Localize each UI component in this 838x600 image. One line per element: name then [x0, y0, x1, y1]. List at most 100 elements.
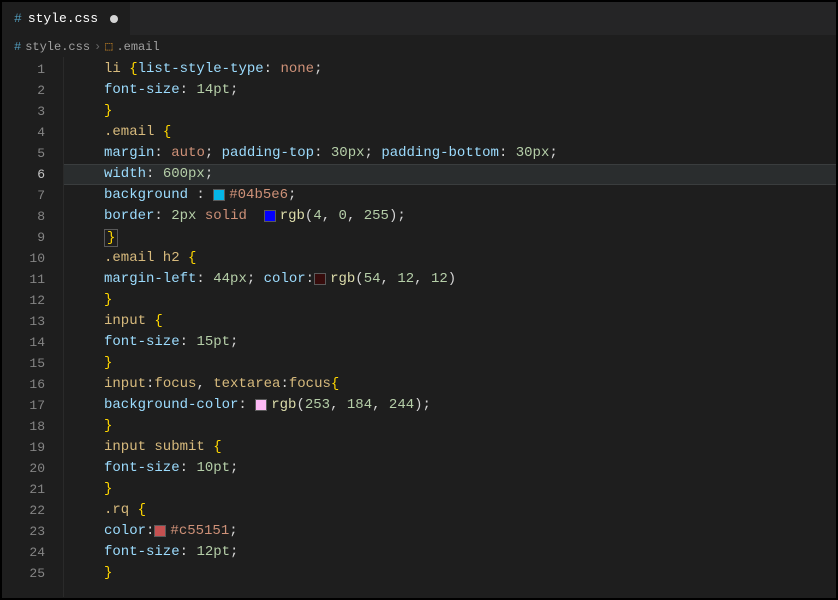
token: input — [104, 374, 146, 395]
color-swatch-icon[interactable] — [154, 525, 166, 537]
code-line[interactable]: font-size: 12pt; — [72, 542, 836, 563]
token: 44px — [213, 269, 247, 290]
line-number: 21 — [2, 479, 45, 500]
token: : — [306, 269, 314, 290]
line-number: 1 — [2, 59, 45, 80]
token: font-size — [104, 458, 180, 479]
code-line[interactable]: input { — [72, 311, 836, 332]
css-file-icon: # — [14, 40, 21, 54]
token: font-size — [104, 332, 180, 353]
line-number: 16 — [2, 374, 45, 395]
code-area[interactable]: li {list-style-type: none;font-size: 14p… — [64, 57, 836, 597]
token: } — [104, 290, 112, 311]
token: : — [314, 143, 331, 164]
token: ( — [305, 206, 313, 227]
code-line[interactable]: .email { — [72, 122, 836, 143]
token: ; — [230, 458, 238, 479]
token: background-color — [104, 395, 238, 416]
token: 184 — [347, 395, 372, 416]
code-line[interactable]: } — [72, 227, 836, 248]
token: margin — [104, 143, 154, 164]
token: li — [104, 59, 129, 80]
code-line[interactable]: } — [72, 416, 836, 437]
line-number: 14 — [2, 332, 45, 353]
line-number: 4 — [2, 122, 45, 143]
line-number: 20 — [2, 458, 45, 479]
code-line[interactable]: border: 2px solid rgb(4, 0, 255); — [72, 206, 836, 227]
code-line[interactable]: font-size: 15pt; — [72, 332, 836, 353]
matching-brace: } — [104, 229, 118, 247]
line-number: 18 — [2, 416, 45, 437]
token: .email — [104, 122, 163, 143]
breadcrumb[interactable]: # style.css › ⬚ .email — [2, 36, 836, 57]
token: 14pt — [196, 80, 230, 101]
token: focus — [289, 374, 331, 395]
token: ; — [549, 143, 557, 164]
token: 4 — [313, 206, 321, 227]
token: , — [330, 395, 347, 416]
token: margin-left — [104, 269, 196, 290]
token: ( — [355, 269, 363, 290]
line-number: 19 — [2, 437, 45, 458]
token: : — [146, 521, 154, 542]
breadcrumb-file: style.css — [25, 40, 90, 54]
chevron-right-icon: › — [94, 40, 101, 54]
token: input — [104, 311, 154, 332]
color-swatch-icon[interactable] — [255, 399, 267, 411]
code-line[interactable]: } — [72, 290, 836, 311]
code-line[interactable]: input:focus, textarea:focus{ — [72, 374, 836, 395]
token: ; — [230, 80, 238, 101]
color-swatch-icon[interactable] — [314, 273, 326, 285]
code-line[interactable]: font-size: 10pt; — [72, 458, 836, 479]
token: : — [196, 185, 213, 206]
token: { — [163, 122, 171, 143]
line-number: 6 — [2, 164, 45, 185]
token: ; — [365, 143, 382, 164]
token: , — [322, 206, 339, 227]
token: 244 — [389, 395, 414, 416]
token: 15pt — [196, 332, 230, 353]
token: , — [196, 374, 213, 395]
token: background — [104, 185, 196, 206]
code-line[interactable]: } — [72, 353, 836, 374]
token: auto — [171, 143, 205, 164]
code-line[interactable]: background-color: rgb(253, 184, 244); — [72, 395, 836, 416]
file-tab[interactable]: # style.css — [2, 2, 131, 35]
line-number: 17 — [2, 395, 45, 416]
code-line[interactable]: background : #04b5e6; — [72, 185, 836, 206]
token: : — [180, 80, 197, 101]
token: : — [180, 332, 197, 353]
token: font-size — [104, 80, 180, 101]
token: #c55151 — [170, 521, 229, 542]
token: : — [180, 542, 197, 563]
color-swatch-icon[interactable] — [264, 210, 276, 222]
code-line[interactable]: margin-left: 44px; color:rgb(54, 12, 12) — [72, 269, 836, 290]
code-line[interactable]: .rq { — [72, 500, 836, 521]
token: 12 — [431, 269, 448, 290]
color-swatch-icon[interactable] — [213, 189, 225, 201]
code-line[interactable]: color:#c55151; — [72, 521, 836, 542]
code-line[interactable]: .email h2 { — [72, 248, 836, 269]
token: , — [381, 269, 398, 290]
line-number-gutter: 1234567891011121314151617181920212223242… — [2, 57, 64, 597]
code-line[interactable]: width: 600px; — [64, 164, 836, 185]
token: ; — [205, 143, 222, 164]
code-line[interactable]: } — [72, 479, 836, 500]
code-line[interactable]: input submit { — [72, 437, 836, 458]
token: rgb — [280, 206, 305, 227]
token: ); — [389, 206, 406, 227]
code-line[interactable]: margin: auto; padding-top: 30px; padding… — [72, 143, 836, 164]
line-number: 12 — [2, 290, 45, 311]
token: focus — [154, 374, 196, 395]
code-line[interactable]: } — [72, 101, 836, 122]
code-line[interactable]: li {list-style-type: none; — [72, 59, 836, 80]
code-line[interactable]: font-size: 14pt; — [72, 80, 836, 101]
token: , — [372, 395, 389, 416]
code-editor[interactable]: 1234567891011121314151617181920212223242… — [2, 57, 836, 597]
token: : — [180, 458, 197, 479]
token: ; — [314, 59, 322, 80]
token: { — [138, 500, 146, 521]
token: padding-bottom — [381, 143, 499, 164]
code-line[interactable]: } — [72, 563, 836, 584]
line-number: 15 — [2, 353, 45, 374]
